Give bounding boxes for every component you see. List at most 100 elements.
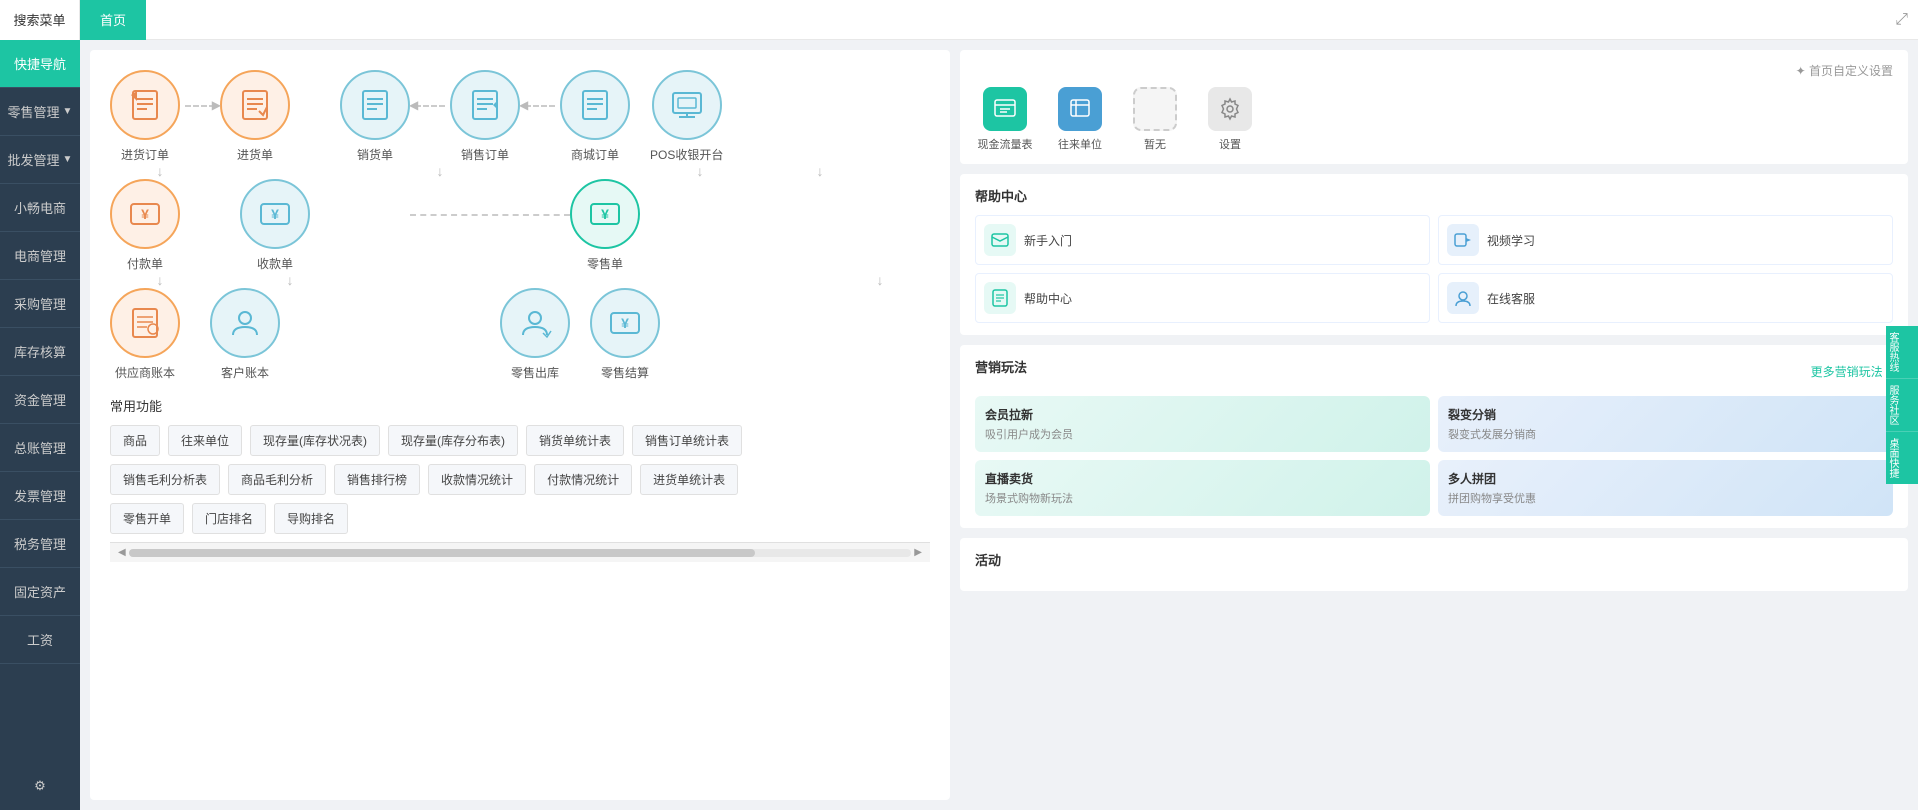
- sales-bill-label: 销货单: [357, 146, 393, 163]
- supplier-account-icon: [127, 305, 163, 341]
- func-btn-store-rank[interactable]: 门店排名: [192, 503, 266, 534]
- help-item-service[interactable]: 在线客服: [1438, 273, 1893, 323]
- expand-icon[interactable]: ⤢: [1895, 11, 1908, 29]
- arrow-3: ◀: [520, 105, 560, 107]
- marketing-section: 营销玩法 更多营销玩法 > 会员拉新 吸引用户成为会员 裂变分销 裂变式发展分销…: [960, 345, 1908, 528]
- sales-order-icon: [467, 87, 503, 123]
- func-btn-sales-rank[interactable]: 销售排行榜: [334, 464, 420, 495]
- func-btn-payment-stats[interactable]: 付款情况统计: [534, 464, 632, 495]
- node-purchase-bill[interactable]: 进货单: [220, 70, 290, 163]
- supplier-account-circle: [110, 288, 180, 358]
- top-right-area: ⤢: [1895, 11, 1918, 29]
- marketing-item-group[interactable]: 多人拼团 拼团购物享受优惠: [1438, 460, 1893, 516]
- func-btn-sales-profit[interactable]: 销售毛利分析表: [110, 464, 220, 495]
- member-title: 会员拉新: [985, 406, 1420, 423]
- video-svg: [1454, 231, 1472, 249]
- svg-text:¥: ¥: [621, 315, 629, 331]
- marketing-title: 营销玩法: [975, 357, 1027, 376]
- retail-bill-circle: ¥: [570, 179, 640, 249]
- service-icon: [1447, 282, 1479, 314]
- sidebar-item-invoice[interactable]: 发票管理: [0, 472, 80, 520]
- node-mall-order[interactable]: 商城订单: [560, 70, 630, 163]
- marketing-more-link[interactable]: 更多营销玩法 >: [1811, 363, 1893, 380]
- func-btn-sales-stats[interactable]: 销货单统计表: [526, 425, 624, 456]
- sidebar-item-ledger[interactable]: 总账管理: [0, 424, 80, 472]
- sidebar-item-tax[interactable]: 税务管理: [0, 520, 80, 568]
- help-svg: [991, 289, 1009, 307]
- func-btn-guide-rank[interactable]: 导购排名: [274, 503, 348, 534]
- none-label: 暂无: [1144, 136, 1166, 152]
- sidebar-item-wholesale-mgmt[interactable]: 批发管理 ▼: [0, 136, 80, 184]
- marketing-header: 营销玩法 更多营销玩法 >: [975, 357, 1893, 386]
- func-btn-inventory-status[interactable]: 现存量(库存状况表): [250, 425, 380, 456]
- group-title: 多人拼团: [1448, 470, 1883, 487]
- node-receipt[interactable]: ¥ 收款单: [240, 179, 340, 272]
- node-customer-account[interactable]: 客户账本: [240, 288, 280, 381]
- svg-text:¥: ¥: [601, 206, 609, 222]
- sidebar-gear-button[interactable]: ⚙: [0, 762, 80, 810]
- retail-bill-label: 零售单: [587, 255, 623, 272]
- node-retail-bill[interactable]: ¥ 零售单: [570, 179, 640, 272]
- livestream-sub: 场景式购物新玩法: [985, 490, 1420, 506]
- shortcuts-section: ✦ 首页自定义设置: [960, 50, 1908, 164]
- func-btn-goods-profit[interactable]: 商品毛利分析: [228, 464, 326, 495]
- shortcut-cashflow[interactable]: 现金流量表: [975, 87, 1035, 152]
- float-btn-customer-service[interactable]: 客服热线: [1886, 326, 1918, 378]
- func-btn-receipt-stats[interactable]: 收款情况统计: [428, 464, 526, 495]
- sidebar-item-finance[interactable]: 资金管理: [0, 376, 80, 424]
- marketing-item-livestream[interactable]: 直播卖货 场景式购物新玩法: [975, 460, 1430, 516]
- func-btn-goods[interactable]: 商品: [110, 425, 160, 456]
- float-btn-community[interactable]: 服务社区: [1886, 378, 1918, 431]
- mall-order-label: 商城订单: [571, 146, 619, 163]
- node-pos-cashier[interactable]: POS收银开台: [650, 70, 723, 163]
- arrow-2: ◀: [410, 105, 450, 107]
- help-item-beginner[interactable]: 新手入门: [975, 215, 1430, 265]
- beginner-svg: [991, 231, 1009, 249]
- beginner-icon: [984, 224, 1016, 256]
- float-btn-desktop[interactable]: 桌面快捷: [1886, 431, 1918, 484]
- sidebar-item-salary[interactable]: 工资: [0, 616, 80, 664]
- home-tab[interactable]: 首页: [80, 0, 146, 40]
- func-btn-sales-order-stats[interactable]: 销售订单统计表: [632, 425, 742, 456]
- right-panel: ✦ 首页自定义设置: [960, 40, 1918, 810]
- marketing-item-member[interactable]: 会员拉新 吸引用户成为会员: [975, 396, 1430, 452]
- help-item-help[interactable]: 帮助中心: [975, 273, 1430, 323]
- none-icon: [1133, 87, 1177, 131]
- pos-cashier-label: POS收银开台: [650, 146, 723, 163]
- node-purchase-order[interactable]: 进货订单: [110, 70, 180, 163]
- help-center-item-label: 帮助中心: [1024, 290, 1072, 307]
- sidebar-item-quick-nav[interactable]: 快捷导航: [0, 40, 80, 88]
- purchase-bill-circle: [220, 70, 290, 140]
- help-item-video[interactable]: 视频学习: [1438, 215, 1893, 265]
- svg-text:¥: ¥: [141, 206, 149, 222]
- shortcut-settings[interactable]: 设置: [1200, 87, 1260, 152]
- node-payment[interactable]: ¥ 付款单: [110, 179, 180, 272]
- marketing-item-fission[interactable]: 裂变分销 裂变式发展分销商: [1438, 396, 1893, 452]
- search-menu-button[interactable]: 搜索菜单: [0, 0, 80, 40]
- node-retail-checkout[interactable]: ¥ 零售结算: [590, 288, 660, 381]
- group-sub: 拼团购物享受优惠: [1448, 490, 1883, 506]
- payment-icon: ¥: [127, 196, 163, 232]
- scroll-track[interactable]: [129, 549, 912, 557]
- customize-button[interactable]: ✦ 首页自定义设置: [1796, 62, 1893, 79]
- sidebar-item-purchase-mgmt[interactable]: 采购管理: [0, 280, 80, 328]
- shortcut-units[interactable]: 往来单位: [1050, 87, 1110, 152]
- node-sales-order[interactable]: 销售订单: [450, 70, 520, 163]
- func-btn-purchase-stats[interactable]: 进货单统计表: [640, 464, 738, 495]
- activity-title: 活动: [975, 550, 1893, 569]
- payment-label: 付款单: [127, 255, 163, 272]
- func-btn-partners[interactable]: 往来单位: [168, 425, 242, 456]
- receipt-label: 收款单: [240, 255, 310, 272]
- node-sales-bill[interactable]: 销货单: [340, 70, 410, 163]
- node-supplier-account[interactable]: 供应商账本: [110, 288, 180, 381]
- sidebar-item-fixed-assets[interactable]: 固定资产: [0, 568, 80, 616]
- node-retail-outbound[interactable]: 零售出库: [500, 288, 570, 381]
- sidebar-item-ecom-mgmt[interactable]: 电商管理: [0, 232, 80, 280]
- sidebar-item-inventory[interactable]: 库存核算: [0, 328, 80, 376]
- func-btn-retail-order[interactable]: 零售开单: [110, 503, 184, 534]
- sidebar-item-xiaochangec[interactable]: 小畅电商: [0, 184, 80, 232]
- func-btn-inventory-dist[interactable]: 现存量(库存分布表): [388, 425, 518, 456]
- sidebar-item-retail-mgmt[interactable]: 零售管理 ▼: [0, 88, 80, 136]
- scroll-left-arrow[interactable]: ◀: [115, 547, 129, 558]
- scroll-right-arrow[interactable]: ▶: [911, 547, 925, 558]
